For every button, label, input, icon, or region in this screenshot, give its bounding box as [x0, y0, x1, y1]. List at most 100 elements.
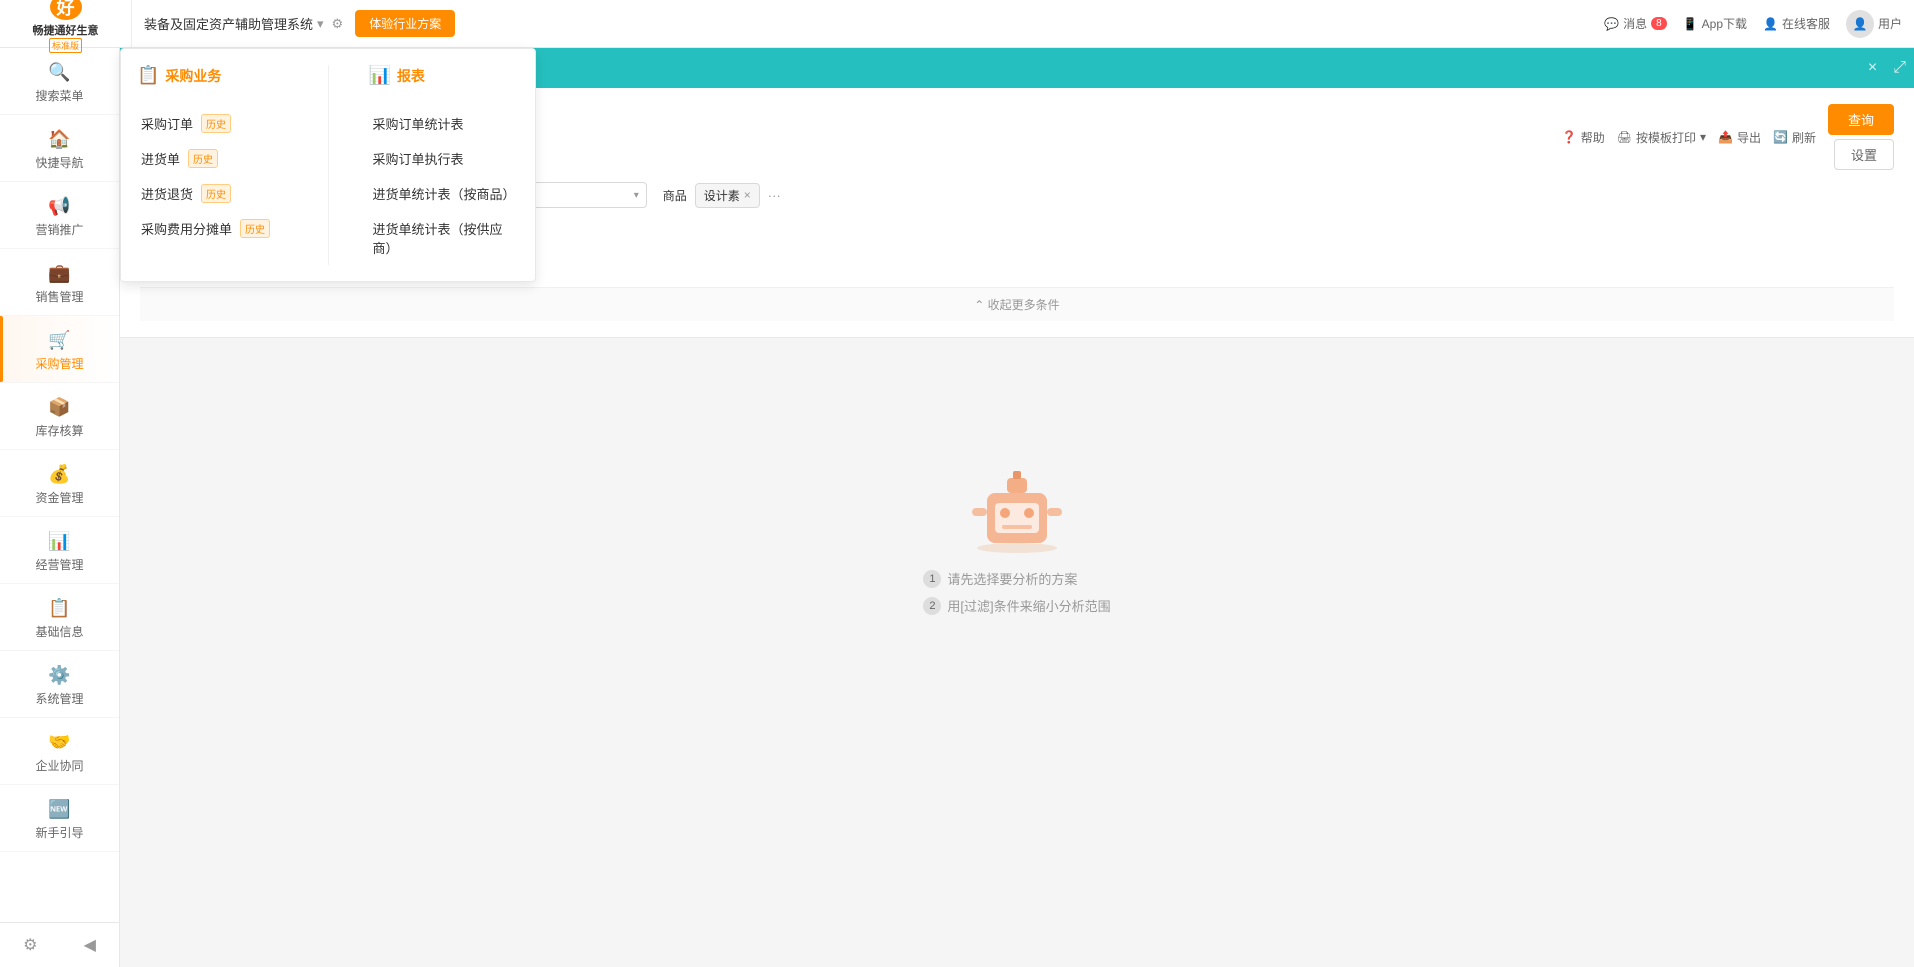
tab-expand-icon[interactable]: ⤢	[1885, 59, 1914, 77]
enterprise-icon: 🤝	[48, 732, 70, 753]
sidebar-item-inventory[interactable]: 📦 库存核算	[0, 383, 119, 450]
sidebar-label-quicknav: 快捷导航	[35, 154, 83, 171]
goods-tag-value: 设计素	[704, 187, 740, 204]
export-icon: 📤	[1718, 130, 1733, 144]
trial-button[interactable]: 体验行业方案	[355, 10, 455, 37]
empty-hints: 1 请先选择要分析的方案 2 用[过滤]条件来缩小分析范围	[923, 569, 1110, 623]
sidebar-label-system: 系统管理	[35, 690, 83, 707]
sidebar-label-search: 搜索菜单	[35, 87, 83, 104]
settings-button[interactable]: 设置	[1834, 139, 1894, 170]
purchase-order-label: 采购订单	[141, 114, 193, 133]
print-dropdown-icon: ▾	[1700, 130, 1706, 144]
logo-icon: 好	[50, 0, 82, 20]
operations-icon: 📊	[48, 531, 70, 552]
goods-label: 商品	[663, 187, 687, 204]
inbound-stats-by-goods-label: 进货单统计表（按商品）	[373, 184, 516, 203]
tab-close-main-icon[interactable]: ×	[1860, 59, 1885, 77]
sidebar-label-marketing: 营销推广	[35, 221, 83, 238]
sidebar-item-search[interactable]: 🔍 搜索菜单	[0, 48, 119, 115]
inbound-stats-by-supplier-item[interactable]: 进货单统计表（按供应商）	[369, 211, 520, 265]
sidebar-item-basic[interactable]: 📋 基础信息	[0, 584, 119, 651]
export-label: 导出	[1737, 129, 1761, 146]
inbound-stats-by-goods-item[interactable]: 进货单统计表（按商品）	[369, 176, 520, 211]
purchase-order-item[interactable]: 采购订单 历史	[137, 106, 288, 141]
purchase-business-icon: 📋	[137, 65, 159, 86]
refresh-label: 刷新	[1792, 129, 1816, 146]
inbound-return-history-badge: 历史	[201, 184, 231, 203]
inventory-icon: 📦	[48, 397, 70, 418]
message-badge: 8	[1651, 17, 1667, 30]
report-icon: 📊	[369, 65, 391, 86]
help-btn[interactable]: ❓ 帮助	[1562, 129, 1605, 146]
help-label: 帮助	[1581, 129, 1605, 146]
service-icon: 👤	[1763, 17, 1778, 31]
purchase-order-stats-item[interactable]: 采购订单统计表	[369, 106, 520, 141]
message-item[interactable]: 💬 消息 8	[1604, 15, 1667, 32]
user-label: 用户	[1878, 15, 1902, 32]
online-service-item[interactable]: 👤 在线客服	[1763, 15, 1830, 32]
marketing-icon: 📢	[48, 196, 70, 217]
dropdown-divider	[328, 65, 329, 265]
tab-controls: × ⤢	[1860, 59, 1914, 77]
sidebar-item-quicknav[interactable]: 🏠 快捷导航	[0, 115, 119, 182]
refresh-icon: 🔄	[1773, 130, 1788, 144]
sidebar-item-enterprise[interactable]: 🤝 企业协同	[0, 718, 119, 785]
goods-tag-remove-icon[interactable]: ×	[744, 188, 751, 202]
purchase-order-exec-item[interactable]: 采购订单执行表	[369, 141, 520, 176]
query-button[interactable]: 查询	[1828, 104, 1894, 135]
header-right: 💬 消息 8 📱 App下载 👤 在线客服 👤 用户	[1604, 10, 1902, 38]
purchase-expense-item[interactable]: 采购费用分摊单 历史	[137, 211, 288, 246]
report-col: 📊 报表 采购订单统计表 采购订单执行表 进货单统计表（按商品） 进货单统计表（…	[369, 65, 520, 265]
sidebar-item-marketing[interactable]: 📢 营销推广	[0, 182, 119, 249]
logo-badge: 标准版	[49, 38, 82, 53]
sidebar-label-basic: 基础信息	[35, 623, 83, 640]
basic-icon: 📋	[48, 598, 70, 619]
empty-hint-2: 2 用[过滤]条件来缩小分析范围	[923, 596, 1110, 615]
collapse-bar[interactable]: ⌃ 收起更多条件	[140, 287, 1894, 321]
goods-tag: 设计素 ×	[695, 183, 760, 208]
export-btn[interactable]: 📤 导出	[1718, 129, 1761, 146]
sidebar-item-purchase[interactable]: 🛒 采购管理	[0, 316, 119, 383]
user-item[interactable]: 👤 用户	[1846, 10, 1902, 38]
sidebar-settings-icon[interactable]: ⚙	[23, 935, 37, 955]
sidebar-label-sales: 销售管理	[35, 288, 83, 305]
purchase-order-stats-label: 采购订单统计表	[373, 114, 464, 133]
print-icon: 🖨	[1617, 130, 1632, 144]
goods-filter-group: 商品 设计素 × ···	[663, 183, 781, 208]
purchase-dropdown-menu: 📋 采购业务 采购订单 历史 进货单 历史 进货退货 历史 采购费用分摊单 历史…	[120, 48, 536, 282]
sidebar-collapse-icon[interactable]: ◀	[84, 935, 96, 955]
report-title: 📊 报表	[369, 65, 520, 94]
user-avatar: 👤	[1846, 10, 1874, 38]
inbound-return-item[interactable]: 进货退货 历史	[137, 176, 288, 211]
home-icon: 🏠	[48, 129, 70, 150]
sidebar-item-finance[interactable]: 💰 资金管理	[0, 450, 119, 517]
purchase-business-title: 📋 采购业务	[137, 65, 288, 94]
sidebar-item-system[interactable]: ⚙️ 系统管理	[0, 651, 119, 718]
mobile-icon: 📱	[1683, 17, 1698, 31]
inbound-order-item[interactable]: 进货单 历史	[137, 141, 288, 176]
purchase-expense-label: 采购费用分摊单	[141, 219, 232, 238]
refresh-btn[interactable]: 🔄 刷新	[1773, 129, 1816, 146]
print-template-btn[interactable]: 🖨 按模板打印 ▾	[1617, 129, 1706, 146]
title-dropdown-icon[interactable]: ▾	[317, 16, 324, 32]
message-icon: 💬	[1604, 17, 1619, 31]
finance-icon: 💰	[48, 464, 70, 485]
sidebar-label-finance: 资金管理	[35, 489, 83, 506]
app-download-label: App下载	[1702, 15, 1747, 32]
help-icon: ❓	[1562, 130, 1577, 144]
print-label: 按模板打印	[1636, 129, 1696, 146]
goods-dots[interactable]: ···	[768, 188, 781, 203]
empty-svg	[957, 453, 1077, 553]
system-title: 装备及固定资产辅助管理系统	[144, 14, 313, 33]
action-buttons: 查询 设置	[1828, 104, 1894, 170]
sidebar-footer: ⚙ ◀	[0, 922, 119, 967]
sidebar-item-sales[interactable]: 💼 销售管理	[0, 249, 119, 316]
app-download-item[interactable]: 📱 App下载	[1683, 15, 1747, 32]
title-settings-icon[interactable]: ⚙	[332, 16, 344, 32]
purchase-icon: 🛒	[48, 330, 70, 351]
logo-title: 畅捷通好生意	[33, 22, 99, 38]
sidebar-item-guide[interactable]: 🆕 新手引导	[0, 785, 119, 852]
sales-icon: 💼	[48, 263, 70, 284]
sidebar-item-operations[interactable]: 📊 经营管理	[0, 517, 119, 584]
search-icon: 🔍	[48, 62, 70, 83]
